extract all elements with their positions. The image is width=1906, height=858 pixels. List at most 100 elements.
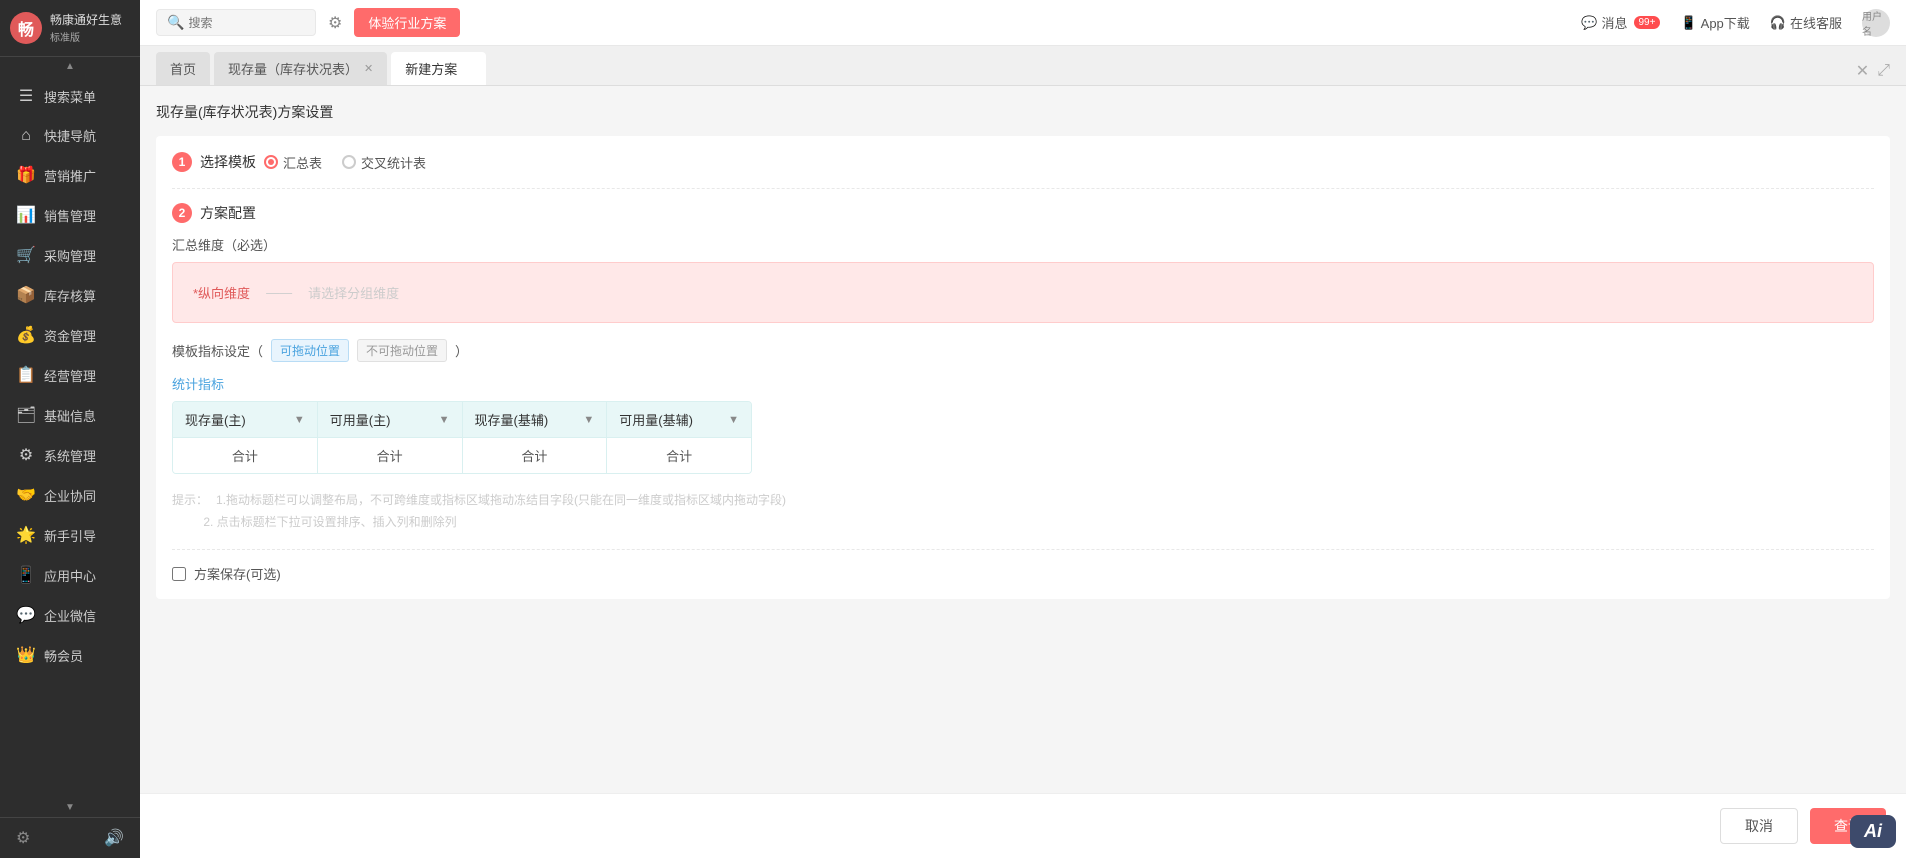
divider-2 [172,549,1874,550]
sidebar-item-label: 搜索菜单 [44,87,96,106]
operations-icon: 📋 [16,365,36,385]
template-radio-group: 汇总表 交叉统计表 [264,153,426,172]
sidebar-item-label: 资金管理 [44,326,96,345]
footer-buttons: 取消 查询 [140,793,1906,858]
sidebar-item-search-menu[interactable]: ☰ 搜索菜单 [0,76,140,116]
sidebar-item-label: 新手引导 [44,526,96,545]
section-choose-template: 1 选择模板 汇总表 交叉统计表 [172,152,1874,172]
save-checkbox[interactable] [172,567,186,581]
radio-cross-dot [342,155,356,169]
dimension-required-label: 汇总维度（必选） [172,235,1874,254]
sidebar-item-member[interactable]: 👑 畅会员 [0,635,140,675]
logo-icon: 畅 [10,12,42,44]
sidebar-item-label: 畅会员 [44,646,83,665]
sidebar-item-label: 企业微信 [44,606,96,625]
logo-badge: 标准版 [50,29,122,44]
tab-home[interactable]: 首页 [156,52,210,85]
sidebar-item-operations[interactable]: 📋 经营管理 [0,355,140,395]
section2-number: 2 [172,203,192,223]
stats-cell-0-1: 合计 [318,438,463,473]
main-area: 🔍 ⚙ 体验行业方案 💬 消息 99+ 📱 App下载 🎧 在线客服 用户名 [140,0,1906,858]
expand-panel-icon[interactable]: ⤢ [1877,62,1890,80]
sidebar-item-sales[interactable]: 📊 销售管理 [0,195,140,235]
purchase-icon: 🛒 [16,245,36,265]
sales-icon: 📊 [16,205,36,225]
stats-table-row-0: 合计 合计 合计 合计 [173,437,751,473]
tag-movable: 可拖动位置 [271,339,349,362]
template-settings-row: 模板指标设定（ 可拖动位置 不可拖动位置 ） [172,339,1874,362]
ai-badge: Ai [1850,815,1896,848]
footer-settings-icon[interactable]: ⚙ [16,828,30,848]
sidebar-item-purchase[interactable]: 🛒 采购管理 [0,235,140,275]
stats-col-0[interactable]: 现存量(主) ▼ [173,402,318,437]
dimension-placeholder: 请选择分组维度 [308,283,399,302]
sidebar-footer: ⚙ 🔊 [0,817,140,858]
search-icon: 🔍 [167,14,184,31]
sidebar-item-marketing[interactable]: 🎁 营销推广 [0,155,140,195]
sidebar-item-basic-info[interactable]: 🗂 基础信息 [0,395,140,435]
gear-icon[interactable]: ⚙ [328,13,342,33]
stats-cell-0-3: 合计 [607,438,751,473]
chevron-down-icon-2[interactable]: ▼ [583,414,594,426]
tab-new-scheme[interactable]: 新建方案 ✕ [391,52,486,85]
tab-close-new-scheme[interactable]: ✕ [463,62,472,75]
radio-summary-dot [264,155,278,169]
sidebar-item-label: 库存核算 [44,286,96,305]
content-area: 现存量(库存状况表)方案设置 1 选择模板 汇总表 交叉统计表 [140,86,1906,793]
download-icon: 📱 [1680,15,1696,31]
tip-0: 提示： 1.拖动标题栏可以调整布局，不可跨维度或指标区域拖动冻结目字段(只能在同… [172,490,1874,512]
sidebar-item-label: 销售管理 [44,206,96,225]
basic-info-icon: 🗂 [16,405,36,425]
system-icon: ⚙ [16,445,36,465]
radio-cross[interactable]: 交叉统计表 [342,153,426,172]
footer-audio-icon[interactable]: 🔊 [104,828,124,848]
stats-cell-0-0: 合计 [173,438,318,473]
close-panel-icon[interactable]: ✕ [1856,61,1869,81]
sidebar-item-label: 采购管理 [44,246,96,265]
sidebar-item-app-center[interactable]: 📱 应用中心 [0,555,140,595]
tab-close-inventory[interactable]: ✕ [364,62,373,75]
sidebar-item-guide[interactable]: 🌟 新手引导 [0,515,140,555]
sidebar-item-label: 应用中心 [44,566,96,585]
sidebar-item-system[interactable]: ⚙ 系统管理 [0,435,140,475]
topbar-search-box[interactable]: 🔍 [156,9,316,36]
save-area: 方案保存(可选) [172,564,1874,583]
save-label: 方案保存(可选) [194,564,281,583]
sidebar-scroll-down[interactable]: ▼ [0,798,140,817]
stats-col-3[interactable]: 可用量(基辅) ▼ [607,402,751,437]
dimension-vertical-label: *纵向维度 [193,283,250,302]
chevron-down-icon-3[interactable]: ▼ [728,414,739,426]
user-avatar[interactable]: 用户名 [1862,9,1890,37]
trial-button[interactable]: 体验行业方案 [354,8,460,37]
member-icon: 👑 [16,645,36,665]
app-center-icon: 📱 [16,565,36,585]
search-menu-icon: ☰ [16,86,36,106]
sidebar-item-finance[interactable]: 💰 资金管理 [0,315,140,355]
sidebar-item-enterprise[interactable]: 🤝 企业协同 [0,475,140,515]
sidebar-nav: ☰ 搜索菜单 ⌂ 快捷导航 🎁 营销推广 📊 销售管理 🛒 采购管理 📦 库存核… [0,76,140,798]
stats-col-2[interactable]: 现存量(基辅) ▼ [463,402,608,437]
tab-inventory-status[interactable]: 现存量（库存状况表） ✕ [214,52,387,85]
online-service-button[interactable]: 🎧 在线客服 [1770,13,1842,32]
wechat-icon: 💬 [16,605,36,625]
stats-col-1[interactable]: 可用量(主) ▼ [318,402,463,437]
app-download-button[interactable]: 📱 App下载 [1680,13,1749,32]
sidebar-item-wechat[interactable]: 💬 企业微信 [0,595,140,635]
radio-summary[interactable]: 汇总表 [264,153,322,172]
inventory-icon: 📦 [16,285,36,305]
sidebar-item-label: 经营管理 [44,366,96,385]
section1-title: 选择模板 [200,152,256,172]
stats-table-header: 现存量(主) ▼ 可用量(主) ▼ 现存量(基辅) ▼ 可用量(基辅) [173,402,751,437]
message-button[interactable]: 💬 消息 99+ [1581,13,1660,32]
sidebar-item-label: 快捷导航 [44,126,96,145]
sidebar-item-inventory[interactable]: 📦 库存核算 [0,275,140,315]
topbar-right: 💬 消息 99+ 📱 App下载 🎧 在线客服 用户名 [1581,9,1890,37]
chevron-down-icon-1[interactable]: ▼ [439,414,450,426]
sidebar-item-quick-nav[interactable]: ⌂ 快捷导航 [0,116,140,155]
cancel-button[interactable]: 取消 [1720,808,1798,844]
tag-fixed: 不可拖动位置 [357,339,447,362]
sidebar-scroll-up[interactable]: ▲ [0,57,140,76]
chevron-down-icon-0[interactable]: ▼ [294,414,305,426]
search-input[interactable] [188,16,288,30]
marketing-icon: 🎁 [16,165,36,185]
